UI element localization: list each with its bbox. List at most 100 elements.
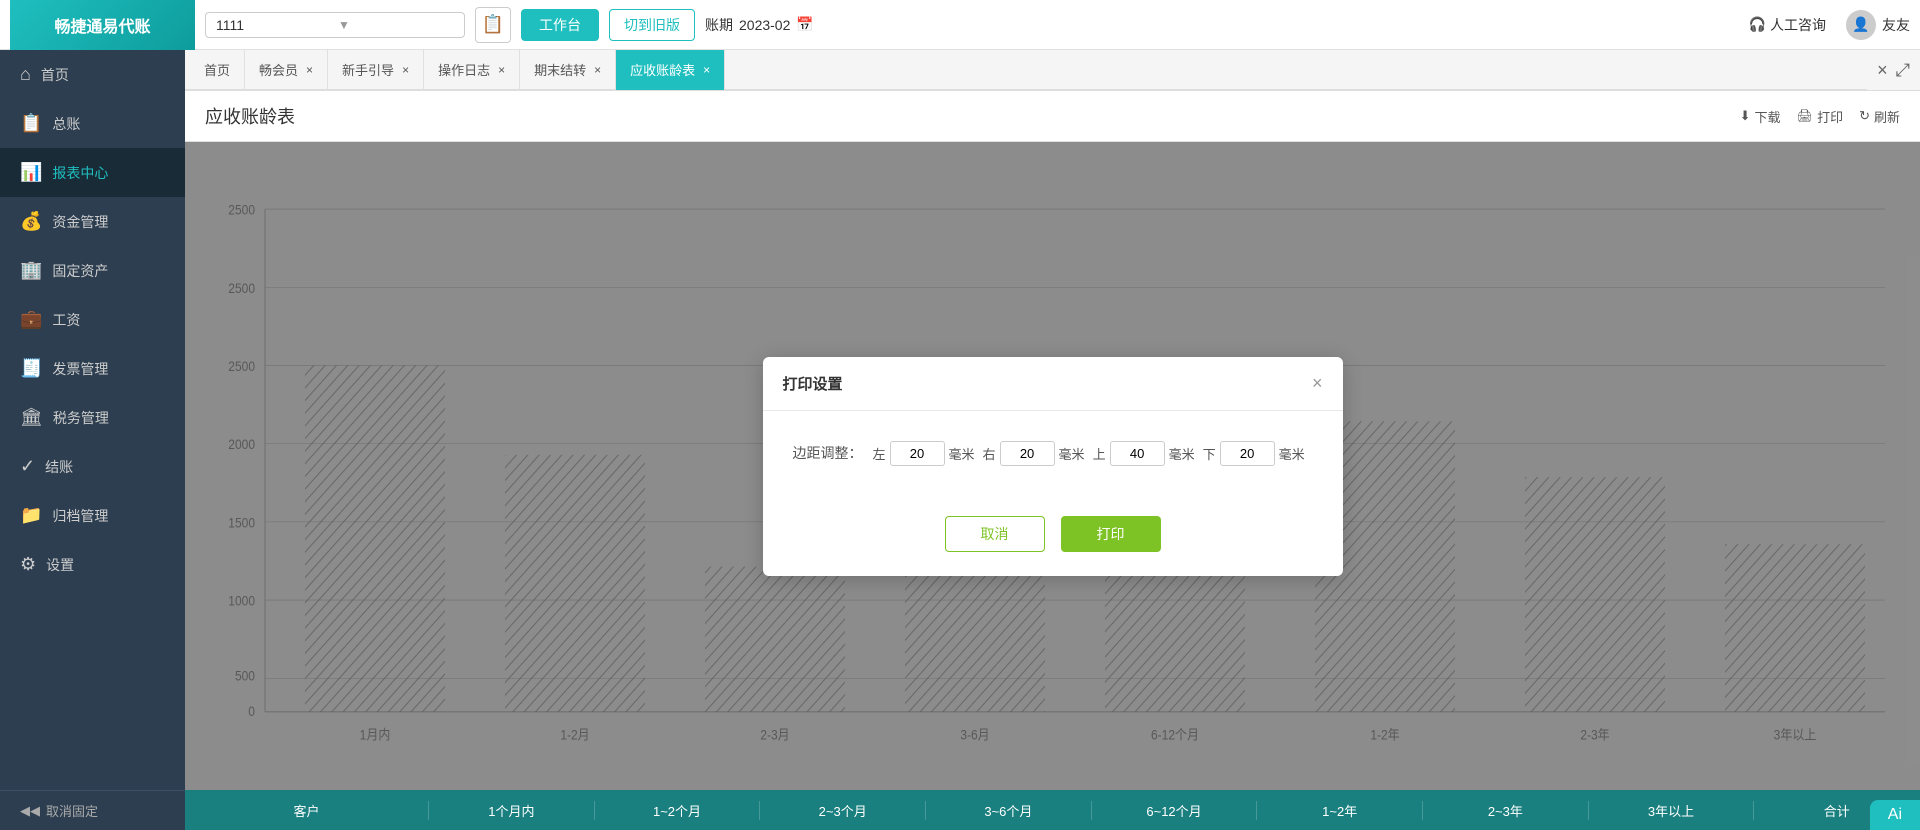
sidebar-label-settle: 结账 <box>45 457 73 477</box>
left-input[interactable] <box>890 441 945 466</box>
sidebar-item-payroll[interactable]: 💼 工资 <box>0 295 185 344</box>
sidebar-item-home[interactable]: ⌂ 首页 <box>0 50 185 99</box>
help-button[interactable]: 🎧 人工咨询 <box>1749 15 1826 35</box>
bottom-label: 下 <box>1203 444 1216 463</box>
footer-col-36m: 3~6个月 <box>926 801 1092 820</box>
print-icon: 🖨 <box>1797 108 1814 124</box>
header-right: 🎧 人工咨询 👤 友友 <box>1749 10 1910 40</box>
tab-period-close[interactable]: 期末结转 × <box>520 50 616 90</box>
tab-oplog-close[interactable]: × <box>498 63 505 77</box>
tab-expand-button[interactable]: ⤢ <box>1896 60 1910 81</box>
refresh-icon: ↻ <box>1859 108 1870 124</box>
sidebar-label-assets: 固定资产 <box>52 261 108 281</box>
tab-guide-label: 新手引导 <box>342 60 394 79</box>
main-layout: ⌂ 首页 📋 总账 📊 报表中心 💰 资金管理 🏢 固定资产 💼 工资 <box>0 50 1920 830</box>
footer-col-12y: 1~2年 <box>1257 801 1423 820</box>
margin-left: 左 毫米 <box>873 441 975 466</box>
switch-old-button[interactable]: 切到旧版 <box>609 9 695 41</box>
home-icon: ⌂ <box>20 64 31 85</box>
footer-label-36m: 3~6个月 <box>984 804 1032 819</box>
period-display: 账期 2023-02 📅 <box>705 15 814 35</box>
refresh-label: 刷新 <box>1874 107 1900 126</box>
archive-icon: 📋 <box>482 14 504 35</box>
header: 畅捷通易代账 1111 ▼ 📋 工作台 切到旧版 账期 2023-02 📅 🎧 … <box>0 0 1920 50</box>
cancel-button[interactable]: 取消 <box>945 516 1045 552</box>
print-button[interactable]: 🖨 打印 <box>1797 107 1844 126</box>
footer-col-612m: 6~12个月 <box>1092 801 1258 820</box>
sidebar-item-archive[interactable]: 📁 归档管理 <box>0 491 185 540</box>
modal-header: 打印设置 × <box>763 357 1343 411</box>
bottom-input[interactable] <box>1220 441 1275 466</box>
footer-col-23m: 2~3个月 <box>760 801 926 820</box>
tab-oplog[interactable]: 操作日志 × <box>424 50 520 90</box>
top-input[interactable] <box>1110 441 1165 466</box>
company-selector[interactable]: 1111 ▼ <box>205 12 465 38</box>
tab-ar-aging[interactable]: 应收账龄表 × <box>616 50 725 90</box>
sidebar-item-ledger[interactable]: 📋 总账 <box>0 99 185 148</box>
right-input[interactable] <box>1000 441 1055 466</box>
sidebar-label-ledger: 总账 <box>52 114 80 134</box>
tab-guide[interactable]: 新手引导 × <box>328 50 424 90</box>
top-label: 上 <box>1093 444 1106 463</box>
footer-col-1m: 1个月内 <box>429 801 595 820</box>
print-confirm-button[interactable]: 打印 <box>1061 516 1161 552</box>
refresh-button[interactable]: ↻ 刷新 <box>1859 107 1900 126</box>
tax-icon: 🏛 <box>20 407 43 428</box>
help-label: 人工咨询 <box>1770 15 1826 35</box>
tabs-bar: 首页 畅会员 × 新手引导 × 操作日志 × 期末结转 × <box>185 50 1867 90</box>
sidebar-label-tax: 税务管理 <box>53 408 109 428</box>
sidebar-item-settings[interactable]: ⚙ 设置 <box>0 540 185 589</box>
tab-member-close[interactable]: × <box>306 63 313 77</box>
margin-top: 上 毫米 <box>1093 441 1195 466</box>
sidebar-unpin[interactable]: ◀◀ 取消固定 <box>0 790 185 830</box>
sidebar-item-reports[interactable]: 📊 报表中心 <box>0 148 185 197</box>
sidebar-scroll: ⌂ 首页 📋 总账 📊 报表中心 💰 资金管理 🏢 固定资产 💼 工资 <box>0 50 185 790</box>
avatar-icon: 👤 <box>1852 16 1869 33</box>
chart-area: 2500 2500 2500 2000 1500 1000 500 0 <box>185 142 1920 790</box>
pin-icon: ◀◀ <box>20 803 40 819</box>
footer-label-3yplus: 3年以上 <box>1648 804 1694 819</box>
sidebar-item-funds[interactable]: 💰 资金管理 <box>0 197 185 246</box>
logo: 畅捷通易代账 <box>10 0 195 50</box>
print-settings-modal: 打印设置 × 边距调整： 左 毫米 <box>763 357 1343 576</box>
left-label: 左 <box>873 444 886 463</box>
username: 友友 <box>1882 15 1910 35</box>
archive-icon-button[interactable]: 📋 <box>475 7 511 43</box>
margin-right: 右 毫米 <box>983 441 1085 466</box>
tab-member[interactable]: 畅会员 × <box>245 50 328 90</box>
left-unit: 毫米 <box>949 444 975 463</box>
sidebar-item-assets[interactable]: 🏢 固定资产 <box>0 246 185 295</box>
page-title: 应收账龄表 <box>205 103 295 129</box>
download-icon: ⬇ <box>1740 108 1751 124</box>
invoice-icon: 🧾 <box>20 358 42 379</box>
modal-close-button[interactable]: × <box>1312 373 1323 394</box>
footer-label-1m: 1个月内 <box>488 804 534 819</box>
settle-icon: ✓ <box>20 456 35 477</box>
tab-close-all-button[interactable]: × <box>1877 60 1888 81</box>
tab-ar-aging-close[interactable]: × <box>703 63 710 77</box>
sidebar-item-invoice[interactable]: 🧾 发票管理 <box>0 344 185 393</box>
company-name: 1111 <box>216 17 332 33</box>
footer-label-23m: 2~3个月 <box>819 804 867 819</box>
print-label: 打印 <box>1817 107 1843 126</box>
tab-guide-close[interactable]: × <box>402 63 409 77</box>
user-menu[interactable]: 👤 友友 <box>1846 10 1910 40</box>
download-button[interactable]: ⬇ 下载 <box>1740 107 1781 126</box>
settings-icon: ⚙ <box>20 554 36 575</box>
tab-period-close-close[interactable]: × <box>594 63 601 77</box>
sidebar-label-funds: 资金管理 <box>52 212 108 232</box>
tab-home[interactable]: 首页 <box>190 50 245 90</box>
table-footer: 客户 1个月内 1~2个月 2~3个月 3~6个月 6~12个月 <box>185 790 1920 830</box>
sidebar-item-tax[interactable]: 🏛 税务管理 <box>0 393 185 442</box>
right-unit: 毫米 <box>1059 444 1085 463</box>
calendar-icon[interactable]: 📅 <box>796 16 813 33</box>
footer-label-612m: 6~12个月 <box>1146 804 1201 819</box>
bottom-unit: 毫米 <box>1279 444 1305 463</box>
payroll-icon: 💼 <box>20 309 42 330</box>
content-actions: ⬇ 下载 🖨 打印 ↻ 刷新 <box>1740 107 1900 126</box>
tab-oplog-label: 操作日志 <box>438 60 490 79</box>
sidebar-item-settle[interactable]: ✓ 结账 <box>0 442 185 491</box>
ai-badge[interactable]: Ai <box>1870 800 1920 830</box>
headset-icon: 🎧 <box>1749 16 1766 33</box>
workbench-button[interactable]: 工作台 <box>521 9 599 41</box>
